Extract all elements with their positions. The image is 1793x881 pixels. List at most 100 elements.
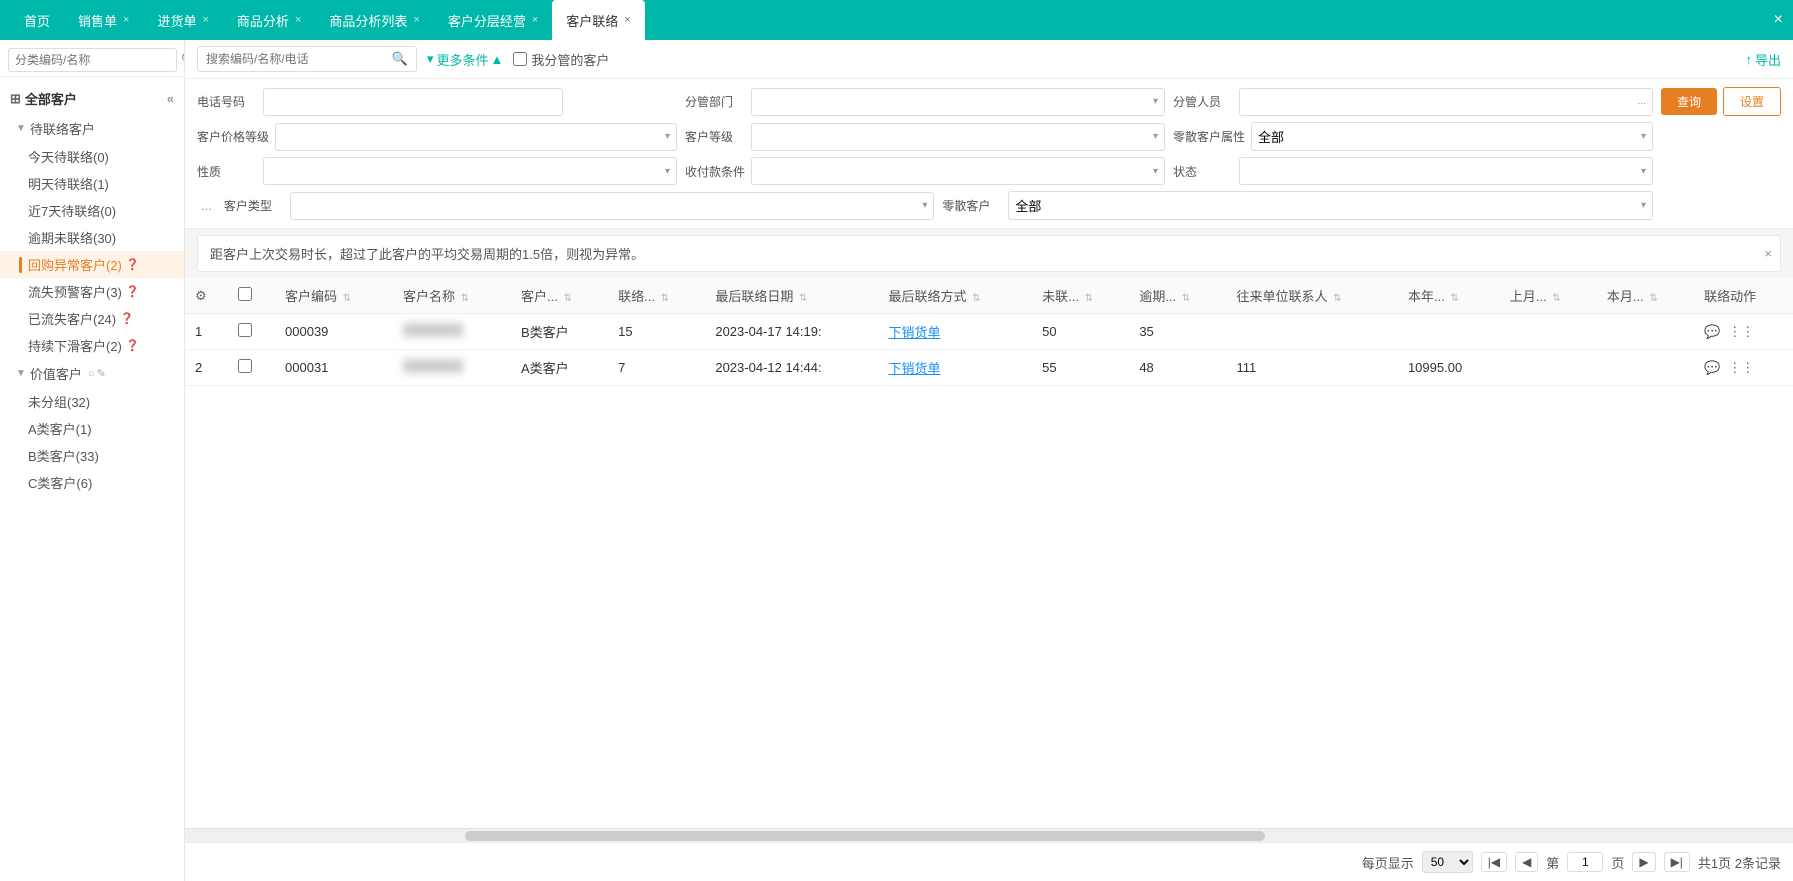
settings-button[interactable]: 设置 <box>1723 87 1781 116</box>
row-2-checkbox[interactable] <box>238 359 252 373</box>
sort-thismonth-icon[interactable]: ⇅ <box>1649 293 1657 304</box>
sidebar-item-repurchase-abnormal[interactable]: 回购异常客户(2) ❓ <box>0 251 184 278</box>
close-product-analysis-list-tab[interactable]: × <box>413 14 419 26</box>
close-all-tabs[interactable]: × <box>1774 11 1783 29</box>
select-all-checkbox[interactable] <box>238 287 252 301</box>
nav-home[interactable]: 首页 <box>10 0 64 40</box>
close-tooltip-icon[interactable]: × <box>1764 246 1772 261</box>
link-method-2[interactable]: 下销货单 <box>889 361 941 376</box>
th-this-year[interactable]: 本年... ⇅ <box>1398 278 1500 314</box>
first-page-btn[interactable]: |◀ <box>1481 852 1507 872</box>
main-search-input[interactable] <box>206 52 392 66</box>
nav-purchase[interactable]: 进货单 × <box>143 0 222 40</box>
gender-select[interactable]: ▾ <box>263 157 677 185</box>
sidebar-item-class-c[interactable]: C类客户(6) <box>0 469 184 496</box>
sidebar-item-class-a[interactable]: A类客户(1) <box>0 415 184 442</box>
retail-attr-select[interactable]: 全部 ▾ <box>1251 122 1653 151</box>
tree-root-all-customers[interactable]: ⊞ 全部客户 « <box>0 83 184 114</box>
close-customer-tier-tab[interactable]: × <box>532 14 538 26</box>
price-level-select[interactable]: ▾ <box>275 123 677 151</box>
retail-customer-select[interactable]: 全部 ▾ <box>1008 191 1653 220</box>
circle-icon[interactable]: ○ <box>88 368 95 380</box>
pending-contact-header[interactable]: ▼ 待联络客户 <box>0 114 184 143</box>
sidebar-item-churned[interactable]: 已流失客户(24) ❓ <box>0 305 184 332</box>
th-last-month[interactable]: 上月... ⇅ <box>1500 278 1597 314</box>
sidebar-item-ungrouped[interactable]: 未分组(32) <box>0 388 184 415</box>
value-customer-header[interactable]: ▼ 价值客户 ○ ✎ <box>0 359 184 388</box>
department-select[interactable]: ▾ <box>751 88 1165 116</box>
more-conditions-btn[interactable]: ▾ 更多条件 ▲ <box>427 50 503 69</box>
th-contact-count[interactable]: 联络... ⇅ <box>608 278 705 314</box>
sidebar-item-tomorrow[interactable]: 明天待联络(1) <box>0 170 184 197</box>
customer-level-select[interactable]: ▾ <box>751 123 1165 151</box>
nav-product-analysis[interactable]: 商品分析 × <box>223 0 315 40</box>
contact-icon-2[interactable]: 💬 <box>1704 360 1720 376</box>
sort-overdue-icon[interactable]: ⇅ <box>1182 293 1190 304</box>
more-dots[interactable]: ... <box>201 198 212 213</box>
sort-name-icon[interactable]: ⇅ <box>461 293 469 304</box>
manager-select[interactable]: ... <box>1239 88 1653 116</box>
sidebar-item-churn-warning[interactable]: 流失预警客户(3) ❓ <box>0 278 184 305</box>
cell-checkbox-2[interactable] <box>228 350 275 386</box>
query-button[interactable]: 查询 <box>1661 88 1717 115</box>
cell-method-1[interactable]: 下销货单 <box>879 314 1033 350</box>
sort-unit-icon[interactable]: ⇅ <box>1333 293 1341 304</box>
nav-product-analysis-list[interactable]: 商品分析列表 × <box>315 0 433 40</box>
sidebar-item-declining[interactable]: 持续下滑客户(2) ❓ <box>0 332 184 359</box>
nav-sales[interactable]: 销售单 × <box>64 0 143 40</box>
sidebar-item-overdue[interactable]: 逾期未联络(30) <box>0 224 184 251</box>
th-this-month[interactable]: 本月... ⇅ <box>1597 278 1694 314</box>
contact-icon-1[interactable]: 💬 <box>1704 324 1720 340</box>
sidebar-search-input[interactable] <box>8 48 177 72</box>
search-icon[interactable]: 🔍 <box>392 51 408 67</box>
per-page-select[interactable]: 50 20 100 200 <box>1422 851 1473 873</box>
row-1-checkbox[interactable] <box>238 323 252 337</box>
more-icon-2[interactable]: ⋮⋮ <box>1728 360 1754 376</box>
th-last-contact-date[interactable]: 最后联络日期 ⇅ <box>705 278 878 314</box>
last-page-btn[interactable]: ▶| <box>1664 852 1690 872</box>
sidebar-item-today[interactable]: 今天待联络(0) <box>0 143 184 170</box>
sidebar-collapse-icon[interactable]: « <box>167 91 174 106</box>
close-product-analysis-tab[interactable]: × <box>295 14 301 26</box>
sort-lastmonth-icon[interactable]: ⇅ <box>1552 293 1560 304</box>
sidebar-item-class-b[interactable]: B类客户(33) <box>0 442 184 469</box>
th-checkbox[interactable] <box>228 278 275 314</box>
link-method-1[interactable]: 下销货单 <box>889 325 941 340</box>
cell-method-2[interactable]: 下销货单 <box>879 350 1033 386</box>
th-unit-contact[interactable]: 往来单位联系人 ⇅ <box>1226 278 1397 314</box>
sort-method-icon[interactable]: ⇅ <box>972 293 980 304</box>
payment-terms-select[interactable]: ▾ <box>751 157 1165 185</box>
sort-type-icon[interactable]: ⇅ <box>563 293 571 304</box>
page-number-input[interactable] <box>1567 852 1603 872</box>
export-button[interactable]: ↑ 导出 <box>1745 50 1781 69</box>
th-customer-name[interactable]: 客户名称 ⇅ <box>393 278 511 314</box>
th-overdue[interactable]: 逾期... ⇅ <box>1129 278 1226 314</box>
nav-customer-contact[interactable]: 客户联络 × <box>552 0 644 40</box>
th-unpaid[interactable]: 未联... ⇅ <box>1032 278 1129 314</box>
edit-icon[interactable]: ✎ <box>97 367 106 380</box>
my-customers-checkbox[interactable] <box>513 52 527 66</box>
th-customer-type[interactable]: 客户... ⇅ <box>511 278 608 314</box>
th-settings[interactable]: ⚙ <box>185 278 228 314</box>
sort-date-icon[interactable]: ⇅ <box>799 293 807 304</box>
sort-unpaid-icon[interactable]: ⇅ <box>1085 293 1093 304</box>
close-customer-contact-tab[interactable]: × <box>624 14 630 26</box>
close-purchase-tab[interactable]: × <box>202 14 208 26</box>
next-page-btn[interactable]: ▶ <box>1632 852 1655 872</box>
cell-checkbox-1[interactable] <box>228 314 275 350</box>
phone-input[interactable] <box>263 88 563 116</box>
sidebar-item-7days[interactable]: 近7天待联络(0) <box>0 197 184 224</box>
scrollbar-thumb[interactable] <box>465 831 1265 841</box>
more-icon-1[interactable]: ⋮⋮ <box>1728 324 1754 340</box>
status-select[interactable]: ▾ <box>1239 157 1653 185</box>
customer-type-select[interactable]: ▾ <box>290 192 935 220</box>
th-customer-code[interactable]: 客户编码 ⇅ <box>275 278 393 314</box>
horizontal-scrollbar[interactable] <box>185 828 1793 842</box>
sort-code-icon[interactable]: ⇅ <box>343 293 351 304</box>
table-settings-button[interactable]: ⚙ <box>195 288 207 304</box>
prev-page-btn[interactable]: ◀ <box>1515 852 1538 872</box>
th-last-contact-method[interactable]: 最后联络方式 ⇅ <box>879 278 1033 314</box>
sort-year-icon[interactable]: ⇅ <box>1450 293 1458 304</box>
close-sales-tab[interactable]: × <box>123 14 129 26</box>
sort-contact-icon[interactable]: ⇅ <box>661 293 669 304</box>
